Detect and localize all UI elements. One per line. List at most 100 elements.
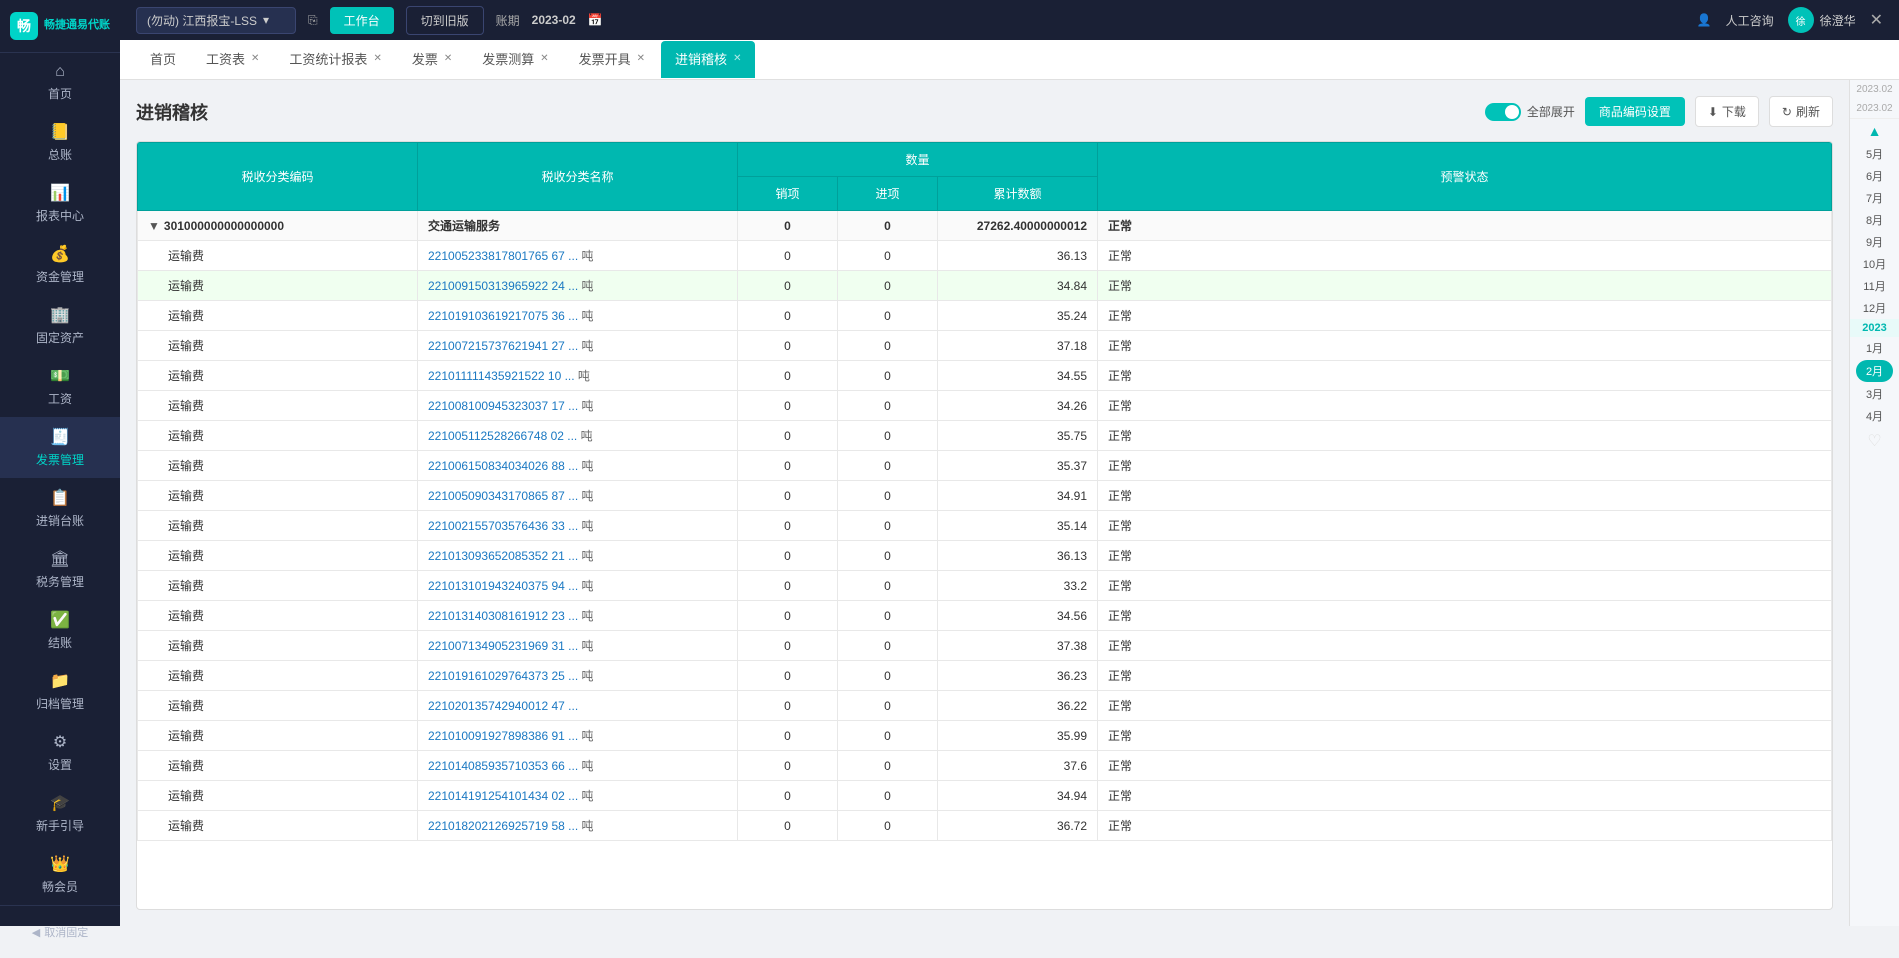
switch-old-button[interactable]: 切到旧版 <box>406 6 484 35</box>
cell-code-long: 221011111435921522 10 ... 吨 <box>418 361 738 391</box>
cell-sale: 0 <box>738 271 838 301</box>
tab-invoice[interactable]: 发票 ✕ <box>398 41 466 78</box>
timeline-month-7[interactable]: 7月 <box>1850 187 1899 209</box>
tab-close-salary-stat[interactable]: ✕ <box>373 53 381 64</box>
page-content: 进销稽核 全部展开 商品编码设置 ⬇ 下载 ↻ 刷新 <box>120 80 1849 926</box>
unpin-button[interactable]: ◀ 取消固定 <box>0 916 120 948</box>
cell-status: 正常 <box>1098 781 1832 811</box>
cell-code-long: 221005090343170865 87 ... 吨 <box>418 481 738 511</box>
cell-purchase: 0 <box>838 391 938 421</box>
right-sidebar-timeline: 2023.02 2023.02 ▲ 5月 6月 7月 8月 9月 10月 11月… <box>1849 80 1899 926</box>
cell-name: 运输费 <box>138 391 418 421</box>
cell-sale: 0 <box>738 211 838 241</box>
cell-name: 运输费 <box>138 451 418 481</box>
refresh-button[interactable]: ↻ 刷新 <box>1769 96 1833 127</box>
cell-code-long: 221006150834034026 88 ... 吨 <box>418 451 738 481</box>
tab-label-invoice: 发票 <box>412 49 438 68</box>
tab-invoice-open[interactable]: 发票开具✕ <box>565 41 659 78</box>
timeline-month-6[interactable]: 6月 <box>1850 165 1899 187</box>
table-row: 运输费 221005233817801765 67 ... 吨 0 0 36.1… <box>138 241 1832 271</box>
timeline-prev-period: 2023.02 <box>1850 80 1899 99</box>
th-sale: 销项 <box>738 177 838 211</box>
sidebar-item-member[interactable]: 👑畅会员 <box>0 844 120 905</box>
company-selector[interactable]: (勿动) 江西报宝-LSS ▾ <box>136 7 296 34</box>
sidebar-item-invoice-mgmt[interactable]: 🧾发票管理 <box>0 417 120 478</box>
sidebar-item-report[interactable]: 📊报表中心 <box>0 173 120 234</box>
cell-cumulative: 34.56 <box>938 601 1098 631</box>
topbar-close-icon[interactable]: ✕ <box>1870 10 1883 30</box>
cell-purchase: 0 <box>838 541 938 571</box>
user-menu[interactable]: 徐 徐澄华 <box>1788 7 1856 33</box>
tab-close-invoice-check[interactable]: ✕ <box>540 53 548 64</box>
tab-invoice-check[interactable]: 发票测算✕ <box>468 41 562 78</box>
timeline-scroll-up[interactable]: ▲ <box>1850 119 1899 143</box>
timeline-month-11[interactable]: 11月 <box>1850 275 1899 297</box>
tab-close-invoice-open[interactable]: ✕ <box>637 53 645 64</box>
sidebar-item-tax[interactable]: 🏛税务管理 <box>0 539 120 600</box>
timeline-month-8[interactable]: 8月 <box>1850 209 1899 231</box>
cell-sale: 0 <box>738 661 838 691</box>
sidebar-icon-settle: ✅ <box>50 610 70 630</box>
cell-code-long: 221019103619217075 36 ... 吨 <box>418 301 738 331</box>
sidebar-item-guide[interactable]: 🎓新手引导 <box>0 783 120 844</box>
toggle-switch[interactable] <box>1485 103 1521 121</box>
sidebar-item-settle[interactable]: ✅结账 <box>0 600 120 661</box>
sidebar-item-archive[interactable]: 📁归档管理 <box>0 661 120 722</box>
tab-home[interactable]: 首页 <box>136 41 190 78</box>
sidebar-item-home[interactable]: ⌂首页 <box>0 53 120 112</box>
timeline-month-5[interactable]: 5月 <box>1850 143 1899 165</box>
period-calendar-icon[interactable]: 📅 <box>588 13 603 27</box>
sidebar-item-settings[interactable]: ⚙设置 <box>0 722 120 783</box>
cell-cumulative: 33.2 <box>938 571 1098 601</box>
timeline-month-3[interactable]: 3月 <box>1850 383 1899 405</box>
cell-status: 正常 <box>1098 451 1832 481</box>
timeline-month-1[interactable]: 1月 <box>1850 337 1899 359</box>
support-label[interactable]: 人工咨询 <box>1726 12 1774 29</box>
copy-icon[interactable]: ⎘ <box>308 13 318 28</box>
company-name: (勿动) 江西报宝-LSS <box>147 12 257 29</box>
cell-purchase: 0 <box>838 421 938 451</box>
cell-status: 正常 <box>1098 571 1832 601</box>
timeline-month-12[interactable]: 12月 <box>1850 297 1899 319</box>
download-button[interactable]: ⬇ 下载 <box>1695 96 1759 127</box>
cell-purchase: 0 <box>838 781 938 811</box>
timeline-month-10[interactable]: 10月 <box>1850 253 1899 275</box>
tab-close-invoice[interactable]: ✕ <box>444 53 452 64</box>
table-row: 运输费 221008100945323037 17 ... 吨 0 0 34.2… <box>138 391 1832 421</box>
commodity-code-button[interactable]: 商品编码设置 <box>1585 97 1685 126</box>
sidebar-item-sales-ledger[interactable]: 📋进销台账 <box>0 478 120 539</box>
tab-close-salary[interactable]: ✕ <box>251 53 259 64</box>
cell-name: 运输费 <box>138 751 418 781</box>
sidebar-label-settings: 设置 <box>48 756 72 773</box>
cell-purchase: 0 <box>838 481 938 511</box>
table-row: 运输费 221005112528266748 02 ... 吨 0 0 35.7… <box>138 421 1832 451</box>
cell-purchase: 0 <box>838 331 938 361</box>
cell-cumulative: 35.75 <box>938 421 1098 451</box>
timeline-month-4[interactable]: 4月 <box>1850 405 1899 427</box>
sidebar-label-salary: 工资 <box>48 390 72 407</box>
cell-cumulative: 34.91 <box>938 481 1098 511</box>
cell-name: 运输费 <box>138 241 418 271</box>
worktable-button[interactable]: 工作台 <box>330 7 394 34</box>
cell-status: 正常 <box>1098 661 1832 691</box>
sidebar-item-fund[interactable]: 💰资金管理 <box>0 234 120 295</box>
expand-all-toggle[interactable]: 全部展开 <box>1485 103 1575 121</box>
tab-close-in-out-check[interactable]: ✕ <box>733 53 741 64</box>
sidebar-icon-fund: 💰 <box>50 244 70 264</box>
download-label: 下载 <box>1722 103 1746 120</box>
tab-salary-stat[interactable]: 工资统计报表✕ <box>275 41 395 78</box>
sidebar-item-salary[interactable]: 💵工资 <box>0 356 120 417</box>
cell-purchase: 0 <box>838 241 938 271</box>
timeline-month-9[interactable]: 9月 <box>1850 231 1899 253</box>
timeline-month-2-active[interactable]: 2月 <box>1856 360 1893 382</box>
sidebar-item-ledger[interactable]: 📒总账 <box>0 112 120 173</box>
table-row: 运输费 221014085935710353 66 ... 吨 0 0 37.6… <box>138 751 1832 781</box>
tab-in-out-check[interactable]: 进销稽核✕ <box>661 41 755 78</box>
tab-salary[interactable]: 工资表✕ <box>192 41 273 78</box>
cell-name: 运输费 <box>138 781 418 811</box>
table-row: 运输费 221020135742940012 47 ... 0 0 36.22 … <box>138 691 1832 721</box>
sidebar-label-ledger: 总账 <box>48 146 72 163</box>
sidebar-icon-tax: 🏛 <box>50 549 70 569</box>
sidebar-item-asset[interactable]: 🏢固定资产 <box>0 295 120 356</box>
sidebar-bottom: ◀ 取消固定 <box>0 905 120 958</box>
